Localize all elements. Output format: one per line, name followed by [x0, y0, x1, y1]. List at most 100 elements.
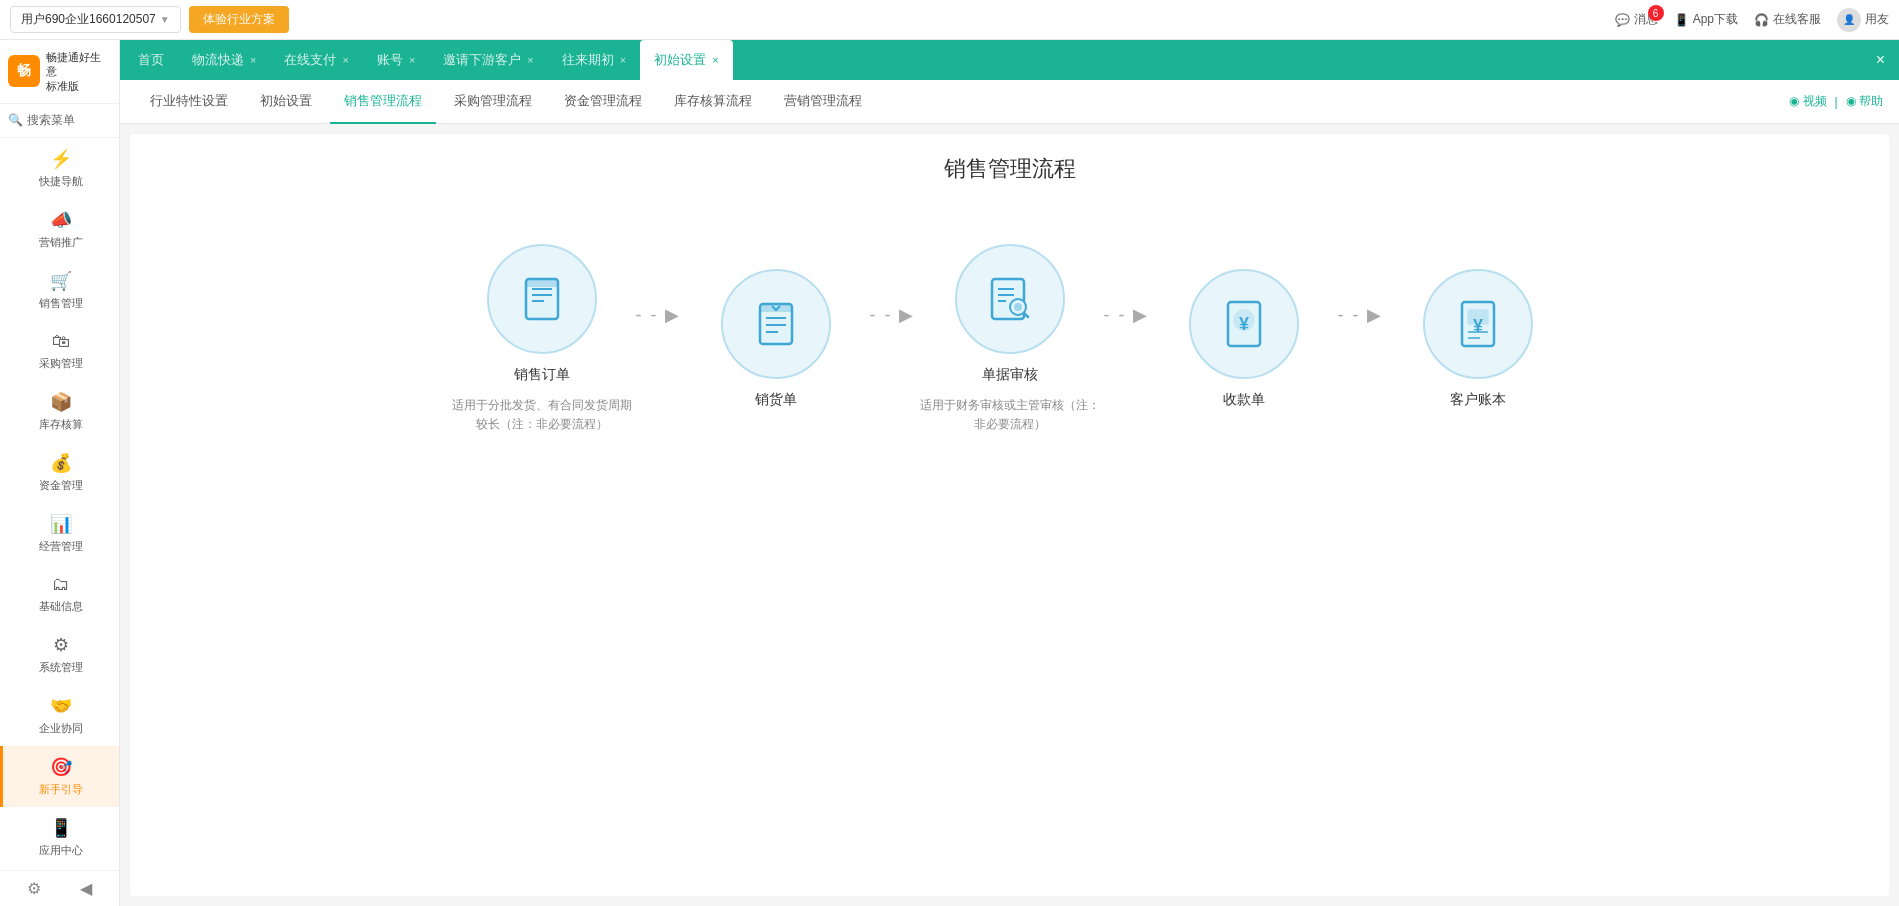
- logo-text: 畅捷通好生意 标准版: [46, 50, 111, 93]
- nav-tab-payment[interactable]: 在线支付×: [270, 40, 362, 80]
- sub-tab-sales-flow[interactable]: 销售管理流程: [330, 80, 436, 124]
- video-link[interactable]: ◉ 视频: [1789, 93, 1826, 110]
- search-label: 搜索菜单: [27, 112, 75, 129]
- nav-tab-logistics[interactable]: 物流快递×: [178, 40, 270, 80]
- close-tab-icon[interactable]: ×: [620, 54, 626, 66]
- close-tab-icon[interactable]: ×: [342, 54, 348, 66]
- avatar: 👤: [1837, 8, 1861, 32]
- flow-item-receipt[interactable]: ¥ 收款单: [1154, 269, 1334, 409]
- nav-tab-label: 邀请下游客户: [443, 51, 521, 69]
- headset-icon: 🎧: [1754, 13, 1769, 27]
- messages-item[interactable]: 💬 消息 6: [1615, 11, 1658, 28]
- nav-tab-invite[interactable]: 邀请下游客户 ×: [429, 40, 547, 80]
- flow-name-sales-invoice: 销货单: [755, 391, 797, 409]
- content-area: 销售管理流程 销售订单 适用于分批发货、有合同发货周期较长（注：非必要流程） -…: [130, 134, 1889, 896]
- app-label: App下载: [1693, 11, 1738, 28]
- sub-tab-inventory-flow[interactable]: 库存核算流程: [660, 80, 766, 124]
- flow-item-customer-account[interactable]: ¥ 客户账本: [1388, 269, 1568, 409]
- sidebar-item-system-mgmt[interactable]: ⚙ 系统管理: [0, 624, 119, 685]
- svg-rect-4: [526, 279, 558, 287]
- user-select[interactable]: 用户690企业1660120507 ▼: [10, 6, 181, 33]
- app-download-item[interactable]: 📱 App下载: [1674, 11, 1738, 28]
- flow-chart: 销售订单 适用于分批发货、有合同发货周期较长（注：非必要流程） - - ▶ 销货…: [150, 224, 1869, 454]
- flow-item-doc-review[interactable]: 单据审核 适用于财务审核或主管审核（注：非必要流程）: [920, 244, 1100, 434]
- sub-tab-finance-flow[interactable]: 资金管理流程: [550, 80, 656, 124]
- logo-icon: 畅: [8, 55, 40, 87]
- system-mgmt-icon: ⚙: [53, 634, 69, 656]
- sub-tab-marketing-flow[interactable]: 营销管理流程: [770, 80, 876, 124]
- user-avatar-item[interactable]: 👤 用友: [1837, 8, 1889, 32]
- operation-icon: 📊: [50, 513, 72, 535]
- settings-icon[interactable]: ⚙: [27, 879, 41, 898]
- sidebar-item-inventory[interactable]: 📦 库存核算: [0, 381, 119, 442]
- sidebar-item-new-guide[interactable]: 🎯 新手引导: [0, 746, 119, 807]
- sidebar-item-purchase-mgmt[interactable]: 🛍 采购管理: [0, 321, 119, 381]
- sidebar-items: ⚡ 快捷导航 📣 营销推广 🛒 销售管理 🛍 采购管理 📦 库存核算 💰 资金管…: [0, 138, 119, 870]
- messages-badge: 6: [1648, 5, 1664, 21]
- flow-item-sales-invoice[interactable]: 销货单: [686, 269, 866, 409]
- sidebar-item-quick-nav[interactable]: ⚡ 快捷导航: [0, 138, 119, 199]
- basic-info-icon: 🗂: [52, 574, 70, 595]
- sub-tab-industry[interactable]: 行业特性设置: [136, 80, 242, 124]
- quick-nav-icon: ⚡: [50, 148, 72, 170]
- separator: |: [1835, 95, 1838, 109]
- close-tab-icon[interactable]: ×: [409, 54, 415, 66]
- search-icon: 🔍: [8, 113, 23, 127]
- help-link[interactable]: ◉ 帮助: [1846, 93, 1883, 110]
- service-item[interactable]: 🎧 在线客服: [1754, 11, 1821, 28]
- nav-tab-period[interactable]: 往来期初×: [548, 40, 640, 80]
- close-tab-icon[interactable]: ×: [712, 54, 718, 66]
- svg-point-15: [1014, 303, 1022, 311]
- nav-tab-label: 首页: [138, 51, 164, 69]
- main: 首页物流快递×在线支付×账号×邀请下游客户×往来期初×初始设置×× 行业特性设置…: [120, 40, 1899, 906]
- sidebar: 畅 畅捷通好生意 标准版 🔍 搜索菜单 ⚡ 快捷导航 📣 营销推广 🛒 销售管理…: [0, 40, 120, 906]
- sidebar-item-sales-mgmt[interactable]: 🛒 销售管理: [0, 260, 119, 321]
- user-select-label: 用户690企业1660120507: [21, 11, 156, 28]
- sidebar-item-marketing-promo[interactable]: 📣 营销推广: [0, 199, 119, 260]
- app-center-icon: 📱: [50, 817, 72, 839]
- flow-name-receipt: 收款单: [1223, 391, 1265, 409]
- flow-item-sales-order[interactable]: 销售订单 适用于分批发货、有合同发货周期较长（注：非必要流程）: [452, 244, 632, 434]
- sidebar-item-label: 采购管理: [39, 356, 83, 371]
- nav-tab-account[interactable]: 账号 ×: [363, 40, 429, 80]
- message-icon: 💬: [1615, 13, 1630, 27]
- user-name: 用友: [1865, 11, 1889, 28]
- flow-arrow-2: - - ▶: [1104, 303, 1150, 326]
- chevron-down-icon: ▼: [160, 14, 170, 25]
- new-guide-icon: 🎯: [50, 756, 72, 778]
- sidebar-item-label: 营销推广: [39, 235, 83, 250]
- flow-circle-receipt: ¥: [1189, 269, 1299, 379]
- flow-desc-sales-order: 适用于分批发货、有合同发货周期较长（注：非必要流程）: [452, 396, 632, 434]
- app-icon: 📱: [1674, 13, 1689, 27]
- collapse-icon[interactable]: ◀: [80, 879, 92, 898]
- nav-tab-home[interactable]: 首页: [124, 40, 178, 80]
- sidebar-item-enterprise-coop[interactable]: 🤝 企业协同: [0, 685, 119, 746]
- flow-desc-doc-review: 适用于财务审核或主管审核（注：非必要流程）: [920, 396, 1100, 434]
- sidebar-item-label: 资金管理: [39, 478, 83, 493]
- sub-tab-purchase-flow[interactable]: 采购管理流程: [440, 80, 546, 124]
- nav-tab-label: 账号: [377, 51, 403, 69]
- layout: 畅 畅捷通好生意 标准版 🔍 搜索菜单 ⚡ 快捷导航 📣 营销推广 🛒 销售管理…: [0, 40, 1899, 906]
- sidebar-search[interactable]: 🔍 搜索菜单: [0, 104, 119, 138]
- sidebar-item-label: 基础信息: [39, 599, 83, 614]
- sub-tab-init-settings[interactable]: 初始设置: [246, 80, 326, 124]
- sidebar-item-label: 经营管理: [39, 539, 83, 554]
- sidebar-item-label: 系统管理: [39, 660, 83, 675]
- trial-button[interactable]: 体验行业方案: [189, 6, 289, 33]
- sidebar-bottom: ⚙ ◀: [0, 870, 119, 906]
- sidebar-item-basic-info[interactable]: 🗂 基础信息: [0, 564, 119, 624]
- top-bar-left: 用户690企业1660120507 ▼ 体验行业方案: [10, 6, 1615, 33]
- inventory-icon: 📦: [50, 391, 72, 413]
- sidebar-item-app-center[interactable]: 📱 应用中心: [0, 807, 119, 868]
- sidebar-item-operation[interactable]: 📊 经营管理: [0, 503, 119, 564]
- sidebar-item-finance[interactable]: 💰 资金管理: [0, 442, 119, 503]
- close-all-button[interactable]: ×: [1866, 51, 1895, 69]
- flow-circle-sales-invoice: [721, 269, 831, 379]
- nav-tabs: 首页物流快递×在线支付×账号×邀请下游客户×往来期初×初始设置××: [120, 40, 1899, 80]
- flow-arrow-0: - - ▶: [636, 303, 682, 326]
- nav-tab-init[interactable]: 初始设置×: [640, 40, 732, 80]
- marketing-promo-icon: 📣: [50, 209, 72, 231]
- close-tab-icon[interactable]: ×: [527, 54, 533, 66]
- flow-arrow-3: - - ▶: [1338, 303, 1384, 326]
- close-tab-icon[interactable]: ×: [250, 54, 256, 66]
